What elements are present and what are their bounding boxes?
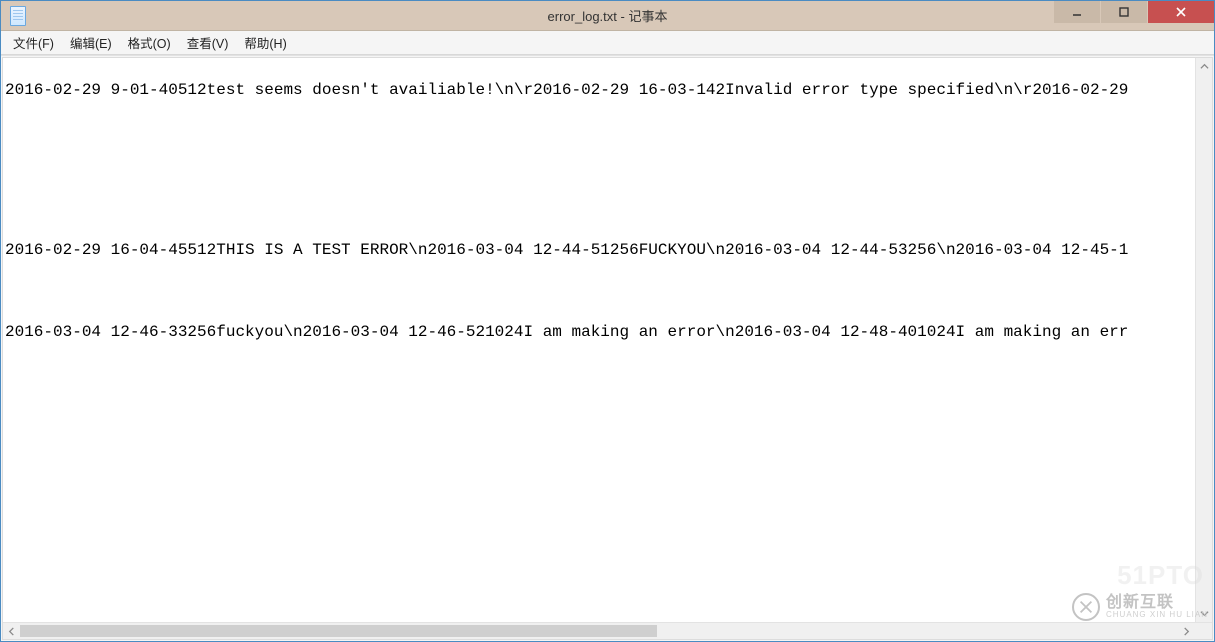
horizontal-scrollbar[interactable]	[3, 622, 1212, 639]
text-line: 2016-02-29 9-01-40512test seems doesn't …	[5, 80, 1193, 100]
scroll-left-button[interactable]	[3, 623, 20, 640]
horizontal-scroll-track[interactable]	[20, 623, 1178, 639]
text-line: 2016-02-29 16-04-45512THIS IS A TEST ERR…	[5, 240, 1193, 260]
scrollbar-corner	[1195, 623, 1212, 640]
menu-edit[interactable]: 编辑(E)	[62, 31, 120, 54]
vertical-scroll-track[interactable]	[1196, 75, 1212, 605]
notepad-document-icon	[10, 6, 26, 26]
text-blank-line	[5, 200, 1193, 220]
horizontal-scroll-thumb[interactable]	[20, 625, 657, 637]
minimize-icon	[1071, 6, 1083, 18]
app-icon	[1, 6, 35, 26]
close-button[interactable]	[1148, 1, 1214, 23]
close-icon	[1175, 6, 1187, 18]
scroll-right-button[interactable]	[1178, 623, 1195, 640]
client-area: 2016-02-29 9-01-40512test seems doesn't …	[1, 55, 1214, 641]
maximize-button[interactable]	[1101, 1, 1147, 23]
text-blank-line	[5, 280, 1193, 302]
scroll-up-button[interactable]	[1196, 58, 1212, 75]
scroll-down-button[interactable]	[1196, 605, 1212, 622]
minimize-button[interactable]	[1054, 1, 1100, 23]
chevron-up-icon	[1200, 62, 1209, 71]
text-blank-line	[5, 120, 1193, 140]
chevron-right-icon	[1182, 627, 1191, 636]
menu-file[interactable]: 文件(F)	[5, 31, 62, 54]
text-editor[interactable]: 2016-02-29 9-01-40512test seems doesn't …	[3, 58, 1195, 622]
window-controls	[1054, 1, 1214, 30]
editor-frame: 2016-02-29 9-01-40512test seems doesn't …	[2, 57, 1213, 640]
text-blank-line	[5, 160, 1193, 180]
menu-bar: 文件(F) 编辑(E) 格式(O) 查看(V) 帮助(H)	[1, 31, 1214, 55]
maximize-icon	[1118, 6, 1130, 18]
menu-help[interactable]: 帮助(H)	[236, 31, 294, 54]
window-title: error_log.txt - 记事本	[1, 6, 1214, 25]
chevron-down-icon	[1200, 609, 1209, 618]
vertical-scrollbar[interactable]	[1195, 58, 1212, 622]
title-bar[interactable]: error_log.txt - 记事本	[1, 1, 1214, 31]
menu-format[interactable]: 格式(O)	[120, 31, 179, 54]
notepad-window: error_log.txt - 记事本 文件(F) 编辑(E) 格式(O) 查看…	[0, 0, 1215, 642]
text-line: 2016-03-04 12-46-33256fuckyou\n2016-03-0…	[5, 322, 1193, 342]
menu-view[interactable]: 查看(V)	[179, 31, 237, 54]
chevron-left-icon	[7, 627, 16, 636]
